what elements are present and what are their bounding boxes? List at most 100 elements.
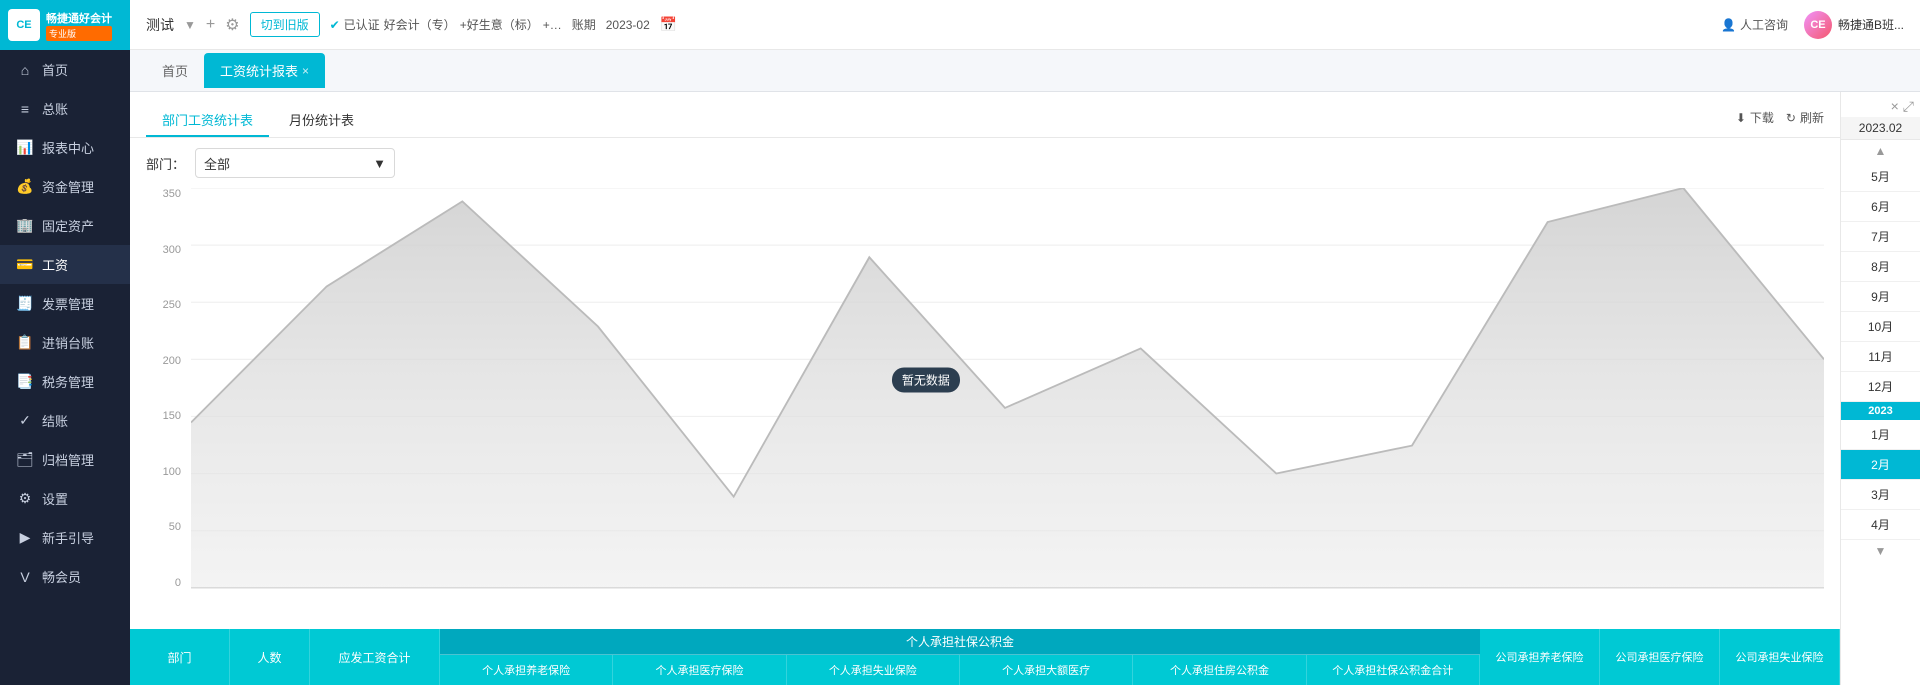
down-arrow-icon: ▼ [1875,544,1887,558]
sidebar-item-home[interactable]: ⌂ 首页 [0,50,130,89]
month-10[interactable]: 10月 [1841,312,1920,342]
sidebar-item-reports[interactable]: 📊 报表中心 [0,128,130,167]
dept-select[interactable]: 全部 ▼ [195,148,395,178]
sidebar-item-label: 进销台账 [42,333,94,352]
th-company-unemploy: 公司承担失业保险 [1720,629,1840,685]
nav-up[interactable]: ▲ [1841,140,1920,162]
nav-down[interactable]: ▼ [1841,540,1920,562]
download-btn[interactable]: ⬇ 下载 [1736,109,1774,126]
sidebar-item-funds[interactable]: 💰 资金管理 [0,167,130,206]
ledger-icon: ≡ [16,101,34,117]
month-8[interactable]: 8月 [1841,252,1920,282]
sidebar-item-label: 资金管理 [42,177,94,196]
refresh-btn[interactable]: ↻ 刷新 [1786,109,1824,126]
month-4[interactable]: 4月 [1841,510,1920,540]
month-9[interactable]: 9月 [1841,282,1920,312]
th-company-old: 公司承担养老保险 [1480,629,1600,685]
tab-salary-report[interactable]: 工资统计报表 × [204,53,325,88]
main-panel: 部门工资统计表 月份统计表 ⬇ 下载 ↻ 刷新 [130,92,1840,685]
user-menu[interactable]: CE 畅捷通B班... [1804,11,1904,39]
th-personal-medical: 个人承担医疗保险 [613,655,786,685]
th-personal-bigmedical: 个人承担大额医疗 [960,655,1133,685]
avatar-initials: CE [1810,19,1825,31]
sidebar-item-guide[interactable]: ▶ 新手引导 [0,518,130,557]
sidebar-item-salary[interactable]: 💳 工资 [0,245,130,284]
logo-badge: 专业版 [46,26,112,41]
help-label: 人工咨询 [1740,16,1788,33]
settings-button[interactable]: ⚙ [225,15,239,35]
month-7[interactable]: 7月 [1841,222,1920,252]
settings-icon: ⚙ [16,490,34,507]
th-personal-total: 个人承担社保公积金合计 [1307,655,1480,685]
month-2[interactable]: 2月 [1841,450,1920,480]
chart-svg-wrapper: 暂无数据 [191,188,1824,589]
sidebar-item-label: 新手引导 [42,528,94,547]
sidebar-item-settings[interactable]: ⚙ 设置 [0,479,130,518]
tab-salary-label: 工资统计报表 [220,61,298,80]
sidebar-item-label: 首页 [42,60,68,79]
tax-icon: 📑 [16,373,34,390]
refresh-label: 刷新 [1800,109,1824,126]
certified-badge: ✔ 已认证 好会计（专） +好生意（标） +… [330,16,562,33]
help-button[interactable]: 👤 人工咨询 [1721,16,1788,33]
month-5[interactable]: 5月 [1841,162,1920,192]
month-12[interactable]: 12月 [1841,372,1920,402]
month-11[interactable]: 11月 [1841,342,1920,372]
sidebar-item-label: 固定资产 [42,216,94,235]
th-personal-unemploy: 个人承担失业保险 [787,655,960,685]
chart-area: 350 300 250 200 150 100 50 0 [130,188,1840,629]
sidebar-item-members[interactable]: V 畅会员 [0,557,130,596]
sidebar-item-label: 税务管理 [42,372,94,391]
tooltip-text: 暂无数据 [902,374,950,388]
user-name: 畅捷通B班... [1838,16,1904,33]
company-name: 测试 [146,15,174,35]
month-6[interactable]: 6月 [1841,192,1920,222]
month-1[interactable]: 1月 [1841,420,1920,450]
th-count: 人数 [230,629,310,685]
sidebar-item-sales[interactable]: 📋 进销台账 [0,323,130,362]
add-button[interactable]: + [206,16,215,34]
sidebar-nav: ⌂ 首页 ≡ 总账 📊 报表中心 💰 资金管理 🏢 固定资产 💳 工资 🧾 发票… [0,50,130,685]
expand-panel-btn[interactable]: ⤢ [1903,98,1914,115]
checkout-icon: ✓ [16,412,34,429]
th-group-label: 个人承担社保公积金 [440,629,1480,655]
main-area: 测试 ▼ + ⚙ 切到旧版 ✔ 已认证 好会计（专） +好生意（标） +… 账期… [130,0,1920,685]
month-3[interactable]: 3月 [1841,480,1920,510]
close-panel-btn[interactable]: × [1891,98,1899,115]
company-dropdown-icon[interactable]: ▼ [184,18,196,32]
sidebar-item-tax[interactable]: 📑 税务管理 [0,362,130,401]
dept-select-arrow: ▼ [373,156,386,171]
dept-filter-label: 部门： [146,154,185,173]
sidebar: CE 畅捷通好会计 专业版 ⌂ 首页 ≡ 总账 📊 报表中心 💰 资金管理 🏢 … [0,0,130,685]
y-axis: 350 300 250 200 150 100 50 0 [146,188,186,589]
chart-area-fill [191,188,1824,588]
sidebar-item-ledger[interactable]: ≡ 总账 [0,89,130,128]
tab-close-icon[interactable]: × [302,64,309,78]
y-label-350: 350 [163,188,181,200]
right-panel: × ⤢ 2023.02 ▲ 5月 6月 7月 8月 9月 10月 11月 12月… [1840,92,1920,685]
user-avatar: CE [1804,11,1832,39]
subtab-monthly[interactable]: 月份统计表 [273,104,370,137]
y-label-200: 200 [163,355,181,367]
th-personal-old: 个人承担养老保险 [440,655,613,685]
chart-container: 350 300 250 200 150 100 50 0 [146,188,1824,619]
table-header: 部门 人数 应发工资合计 个人承担社保公积金 个人承担养老保险 个人承担医疗保险… [130,629,1840,685]
switch-btn[interactable]: 切到旧版 [250,12,320,37]
y-label-250: 250 [163,299,181,311]
tab-home[interactable]: 首页 [146,53,204,88]
tabbar: 首页 工资统计报表 × [130,50,1920,92]
sidebar-item-invoices[interactable]: 🧾 发票管理 [0,284,130,323]
subtab-dept[interactable]: 部门工资统计表 [146,104,269,137]
sidebar-item-checkout[interactable]: ✓ 结账 [0,401,130,440]
y-label-100: 100 [163,466,181,478]
help-icon: 👤 [1721,18,1736,32]
year-display: 2023.02 [1841,117,1920,140]
good-biz-label: +好生意（标） [460,16,539,33]
calendar-icon[interactable]: 📅 [660,16,677,33]
th-group-personal: 个人承担社保公积金 个人承担养老保险 个人承担医疗保险 个人承担失业保险 个人承… [440,629,1480,685]
th-total-salary: 应发工资合计 [310,629,440,685]
sidebar-item-assets[interactable]: 🏢 固定资产 [0,206,130,245]
sidebar-item-archive[interactable]: 🗂 归档管理 [0,440,130,479]
sidebar-item-label: 总账 [42,99,68,118]
check-icon: ✔ [330,18,340,32]
